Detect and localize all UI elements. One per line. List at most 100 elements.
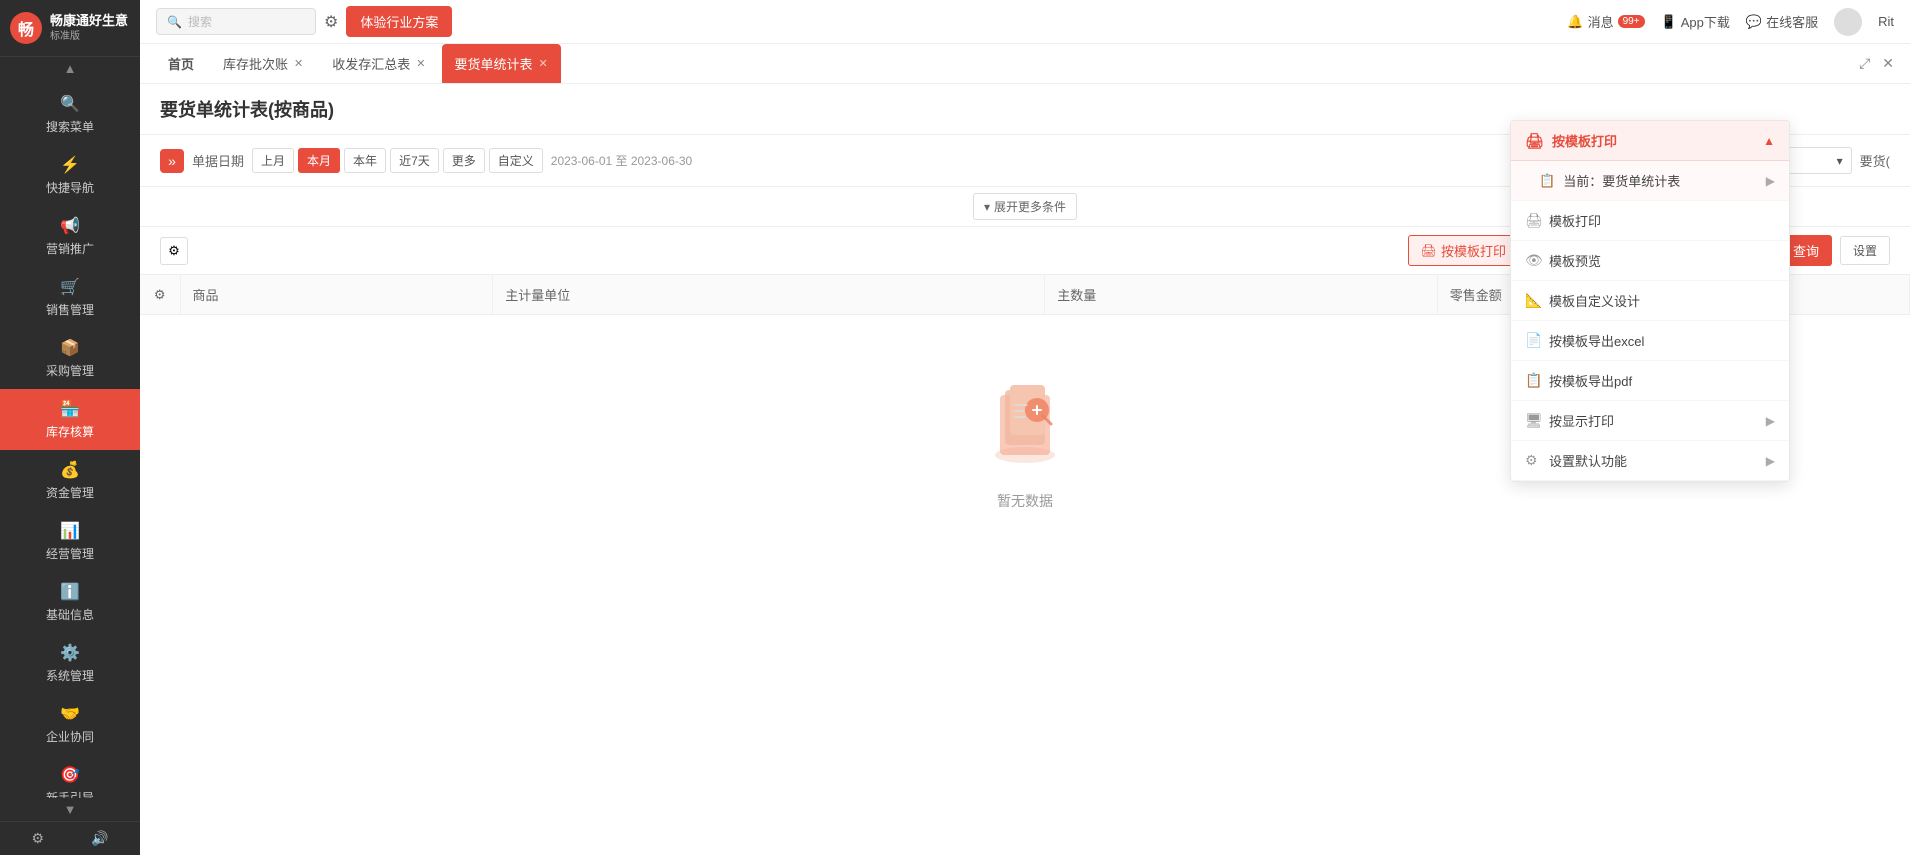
sidebar-item-label-system: 系统管理: [46, 667, 94, 684]
sidebar-item-purchase[interactable]: 📦 采购管理: [0, 328, 140, 389]
tab-receivable-summary[interactable]: 收发存汇总表 ✕: [320, 44, 438, 83]
dropdown-item-export-excel[interactable]: 📄 按模板导出excel: [1511, 321, 1789, 361]
app-logo-text: 畅康通好生意 标准版: [50, 12, 128, 44]
date-filter-label: 单据日期: [192, 151, 244, 170]
sidebar-scroll-down[interactable]: ▼: [0, 798, 140, 821]
sidebar-item-finance[interactable]: 💰资金管理: [0, 450, 140, 511]
sidebar-item-basic[interactable]: ℹ️基础信息: [0, 572, 140, 633]
col-product: 商品: [180, 275, 493, 315]
sidebar-item-label-search: 搜索菜单: [46, 118, 94, 135]
tab-close-order-stats[interactable]: ✕: [539, 57, 548, 70]
operations-icon: 📊: [60, 521, 80, 541]
settings-col-button[interactable]: ⚙: [160, 237, 188, 265]
expand-more-icon: ▾: [984, 200, 990, 214]
sidebar-nav: 🔍搜索菜单⚡快捷导航 📢 营销推广 🛒 销售管理 📦 采购管理 🏪库存核算💰资金管理 📊 经营管理…: [0, 80, 140, 798]
template-preview-icon: 👁: [1525, 252, 1541, 269]
sidebar-item-sales[interactable]: 🛒 销售管理: [0, 267, 140, 328]
topbar-left: 🔍 搜索 ⚙ 体验行业方案: [156, 6, 452, 37]
template-design-icon: 📐: [1525, 292, 1541, 309]
sidebar-item-inventory[interactable]: 🏪库存核算: [0, 389, 140, 450]
date-btn-this-month[interactable]: 本月: [298, 148, 340, 173]
dropdown-print-icon: 🖨: [1525, 132, 1544, 150]
sidebar-item-label-basic: 基础信息: [46, 606, 94, 623]
sound-bottom-icon[interactable]: 🔊: [91, 830, 108, 847]
date-btn-this-year[interactable]: 本年: [344, 148, 386, 173]
notification-badge: 99+: [1618, 15, 1645, 28]
sidebar-item-guide[interactable]: 🎯新手引导: [0, 755, 140, 798]
sidebar-item-marketing[interactable]: 📢 营销推广: [0, 206, 140, 267]
dropdown-set-default-left: ⚙ 设置默认功能: [1525, 451, 1627, 470]
notification-item[interactable]: 🔔 消息 99+: [1567, 12, 1644, 31]
sidebar: 畅 畅康通好生意 标准版 ▲ 🔍搜索菜单⚡快捷导航 📢 营销推广 🛒 销售管理 📦 采购管理…: [0, 0, 140, 855]
tab-close-receivable-summary[interactable]: ✕: [416, 57, 425, 70]
tab-order-stats[interactable]: 要货单统计表 ✕: [442, 44, 560, 83]
toolbar-left: ⚙: [160, 237, 188, 265]
dropdown-current-item[interactable]: 📋 当前：要货单统计表 ▶: [1511, 161, 1789, 201]
sidebar-item-search[interactable]: 🔍搜索菜单: [0, 84, 140, 145]
sidebar-item-quick[interactable]: ⚡快捷导航: [0, 145, 140, 206]
dropdown-display-print-left: 🖥 按显示打印: [1525, 411, 1614, 430]
dropdown-display-print[interactable]: 🖥 按显示打印 ▶: [1511, 401, 1789, 441]
empty-icon: [975, 375, 1075, 475]
avatar[interactable]: [1834, 8, 1862, 36]
topbar-gear-icon[interactable]: ⚙: [324, 12, 338, 32]
search-icon: 🔍: [167, 15, 182, 29]
sidebar-bottom: ⚙ 🔊: [0, 821, 140, 855]
sidebar-item-label-purchase: 采购管理: [46, 362, 94, 379]
filter-expand-button[interactable]: »: [160, 149, 184, 173]
expand-more-button[interactable]: ▾ 展开更多条件: [973, 193, 1077, 220]
sidebar-item-system[interactable]: ⚙️系统管理: [0, 633, 140, 694]
date-btn-custom[interactable]: 自定义: [489, 148, 543, 173]
settings-button[interactable]: 设置: [1840, 236, 1890, 265]
date-btn-7days[interactable]: 近7天: [390, 148, 439, 173]
tab-fullscreen-icon[interactable]: ⤢: [1859, 55, 1870, 72]
topbar: 🔍 搜索 ⚙ 体验行业方案 🔔 消息 99+ 📱 App下载 💬 在线客服 Ri…: [140, 0, 1910, 44]
sidebar-item-label-marketing: 营销推广: [46, 240, 94, 257]
current-template-arrow-icon: ▶: [1766, 174, 1775, 188]
purchase-icon: 📦: [60, 338, 80, 358]
sidebar-item-label-sales: 销售管理: [46, 301, 94, 318]
tab-inventory-batch[interactable]: 库存批次账 ✕: [211, 44, 316, 83]
sidebar-item-label-cooperation: 企业协同: [46, 728, 94, 745]
dropdown-set-default[interactable]: ⚙ 设置默认功能 ▶: [1511, 441, 1789, 481]
online-support-item[interactable]: 💬 在线客服: [1746, 12, 1818, 31]
sales-icon: 🛒: [60, 277, 80, 297]
col-unit: 主计量单位: [493, 275, 1045, 315]
page-title: 要货单统计表(按商品): [160, 96, 1890, 122]
app-logo-icon: 畅: [10, 12, 42, 44]
print-icon: 🖨: [1421, 243, 1438, 259]
inventory-icon: 🏪: [60, 399, 80, 419]
col-settings[interactable]: ⚙: [140, 275, 180, 315]
app-download-item[interactable]: 📱 App下载: [1661, 12, 1730, 31]
dropdown-header-left: 🖨 按模板打印: [1525, 131, 1617, 150]
dropdown-item-export-pdf[interactable]: 📋 按模板导出pdf: [1511, 361, 1789, 401]
user-name[interactable]: Rit: [1878, 14, 1894, 29]
dropdown-item-template-preview[interactable]: 👁 模板预览: [1511, 241, 1789, 281]
display-print-arrow-icon: ▶: [1766, 414, 1775, 428]
tab-home[interactable]: 首页: [156, 44, 207, 83]
tabbar: 首页 库存批次账 ✕ 收发存汇总表 ✕ 要货单统计表 ✕ ⤢ ✕: [140, 44, 1910, 84]
sidebar-item-label-operations: 经营管理: [46, 545, 94, 562]
sidebar-item-label-finance: 资金管理: [46, 484, 94, 501]
dropdown-item-template-print[interactable]: 🖨 模板打印: [1511, 201, 1789, 241]
set-default-arrow-icon: ▶: [1766, 454, 1775, 468]
sidebar-item-operations[interactable]: 📊 经营管理: [0, 511, 140, 572]
print-dropdown[interactable]: 🖨 按模板打印 ▲ 📋 当前：要货单统计表 ▶ 🖨 模板打印: [1510, 120, 1790, 482]
dropdown-header[interactable]: 🖨 按模板打印 ▲: [1511, 121, 1789, 161]
tab-close-all-icon[interactable]: ✕: [1882, 55, 1894, 72]
dropdown-header-arrow-icon: ▲: [1763, 134, 1775, 148]
current-template-icon: 📋: [1539, 173, 1555, 189]
tab-close-inventory-batch[interactable]: ✕: [294, 57, 303, 70]
sidebar-item-cooperation[interactable]: 🤝 企业协同: [0, 694, 140, 755]
marketing-icon: 📢: [60, 216, 80, 236]
date-btn-last-month[interactable]: 上月: [252, 148, 294, 173]
sidebar-scroll-up[interactable]: ▲: [0, 57, 140, 80]
cooperation-icon: 🤝: [60, 704, 80, 724]
export-pdf-icon: 📋: [1525, 372, 1541, 389]
date-btn-more[interactable]: 更多: [443, 148, 485, 173]
settings-bottom-icon[interactable]: ⚙: [32, 830, 45, 847]
trial-button[interactable]: 体验行业方案: [346, 6, 452, 37]
search-input[interactable]: 🔍 搜索: [156, 8, 316, 35]
topbar-right: 🔔 消息 99+ 📱 App下载 💬 在线客服 Rit: [1567, 8, 1894, 36]
dropdown-item-template-design[interactable]: 📐 模板自定义设计: [1511, 281, 1789, 321]
